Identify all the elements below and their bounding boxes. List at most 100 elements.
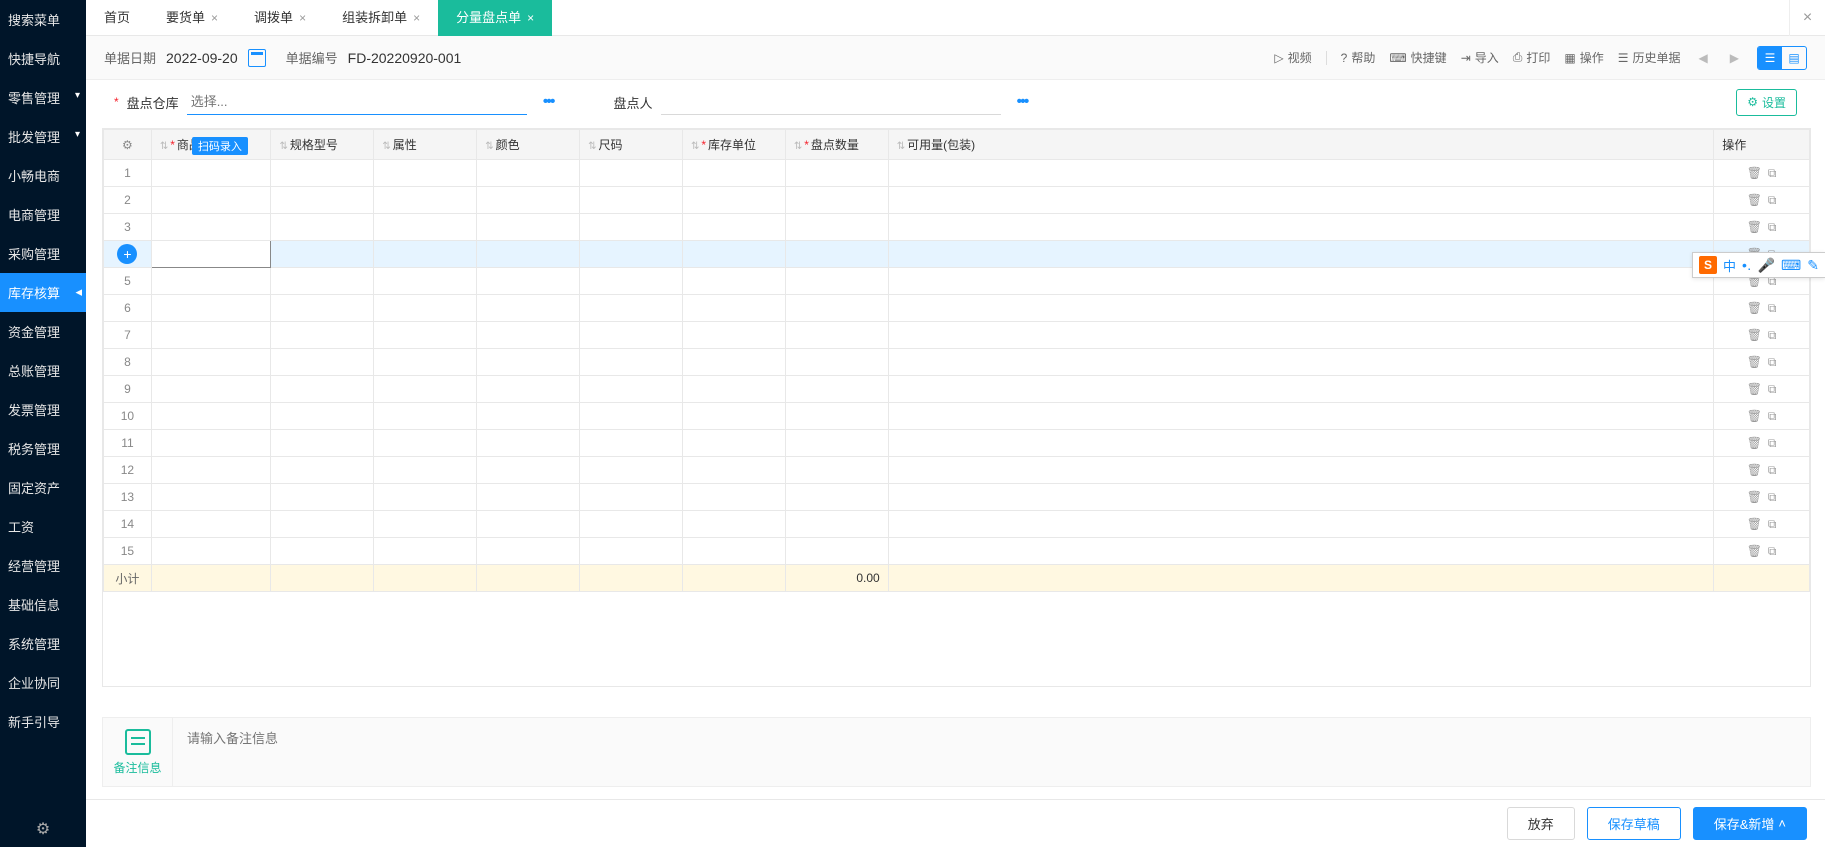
print-button[interactable]: ⎙打印 (1513, 49, 1551, 66)
delete-icon[interactable]: 🗑 (1747, 517, 1762, 531)
table-row[interactable]: 8🗑⧉ (104, 349, 1810, 376)
col-header-1[interactable]: ⇅规格型号 (271, 130, 374, 160)
copy-icon[interactable]: ⧉ (1768, 463, 1777, 477)
delete-icon[interactable]: 🗑 (1747, 220, 1762, 234)
table-row[interactable]: 9🗑⧉ (104, 376, 1810, 403)
ime-punct-icon[interactable]: •․ (1742, 257, 1752, 274)
table-row[interactable]: 3🗑⧉ (104, 214, 1810, 241)
tab-0[interactable]: 首页 (86, 0, 148, 36)
operate-button[interactable]: ▦操作 (1564, 49, 1603, 66)
scan-badge[interactable]: 扫码录入 (192, 137, 248, 155)
sidebar-item-12[interactable]: 固定资产 (0, 468, 86, 507)
copy-icon[interactable]: ⧉ (1768, 544, 1777, 558)
sidebar-item-15[interactable]: 基础信息 (0, 585, 86, 624)
table-row[interactable]: 15🗑⧉ (104, 538, 1810, 565)
import-button[interactable]: ⇥导入 (1461, 49, 1499, 66)
tab-3[interactable]: 组装拆卸单× (324, 0, 438, 36)
tab-2[interactable]: 调拨单× (236, 0, 324, 36)
sidebar-item-0[interactable]: 搜索菜单 (0, 0, 86, 39)
ime-toolbar[interactable]: S 中 •․ 🎤 ⌨ ✎ (1692, 252, 1825, 278)
col-header-7[interactable]: ⇅可用量(包装) (888, 130, 1713, 160)
calendar-icon[interactable] (248, 49, 266, 67)
warehouse-input[interactable] (187, 89, 527, 115)
close-icon[interactable]: × (413, 11, 420, 25)
copy-icon[interactable]: ⧉ (1768, 193, 1777, 207)
copy-icon[interactable]: ⧉ (1768, 490, 1777, 504)
delete-icon[interactable]: 🗑 (1747, 166, 1762, 180)
sidebar-item-16[interactable]: 系统管理 (0, 624, 86, 663)
table-row[interactable]: 1🗑⧉ (104, 160, 1810, 187)
sidebar-item-1[interactable]: 快捷导航 (0, 39, 86, 78)
sidebar-item-14[interactable]: 经营管理 (0, 546, 86, 585)
close-icon[interactable]: × (527, 11, 534, 25)
view-list-icon[interactable]: ☰ (1758, 47, 1782, 69)
col-header-0[interactable]: ⇅*商品扫码录入 (151, 130, 271, 160)
sidebar-item-6[interactable]: 采购管理 (0, 234, 86, 273)
sidebar-item-10[interactable]: 发票管理 (0, 390, 86, 429)
sidebar-item-8[interactable]: 资金管理 (0, 312, 86, 351)
save-draft-button[interactable]: 保存草稿 (1587, 807, 1681, 840)
ime-mic-icon[interactable]: 🎤 (1758, 257, 1775, 274)
sidebar-item-11[interactable]: 税务管理 (0, 429, 86, 468)
copy-icon[interactable]: ⧉ (1768, 409, 1777, 423)
settings-button[interactable]: ⚙ 设置 (1736, 89, 1797, 116)
delete-icon[interactable]: 🗑 (1747, 463, 1762, 477)
save-new-button[interactable]: 保存&新增˄ (1693, 807, 1807, 840)
delete-icon[interactable]: 🗑 (1747, 409, 1762, 423)
sidebar-item-5[interactable]: 电商管理 (0, 195, 86, 234)
sidebar-item-17[interactable]: 企业协同 (0, 663, 86, 702)
date-value[interactable]: 2022-09-20 (166, 50, 238, 66)
table-row[interactable]: 6🗑⧉ (104, 295, 1810, 322)
delete-icon[interactable]: 🗑 (1747, 436, 1762, 450)
copy-icon[interactable]: ⧉ (1768, 220, 1777, 234)
prev-doc-icon[interactable]: ◀ (1695, 51, 1712, 65)
copy-icon[interactable]: ⧉ (1768, 517, 1777, 531)
table-row[interactable]: 11🗑⧉ (104, 430, 1810, 457)
tab-1[interactable]: 要货单× (148, 0, 236, 36)
next-doc-icon[interactable]: ▶ (1726, 51, 1743, 65)
delete-icon[interactable]: 🗑 (1747, 193, 1762, 207)
ime-keyboard-icon[interactable]: ⌨ (1781, 257, 1801, 274)
discard-button[interactable]: 放弃 (1507, 807, 1575, 840)
col-header-2[interactable]: ⇅属性 (374, 130, 477, 160)
col-header-6[interactable]: ⇅*盘点数量 (785, 130, 888, 160)
col-header-4[interactable]: ⇅尺码 (580, 130, 683, 160)
warehouse-more-icon[interactable]: ••• (543, 93, 554, 111)
sidebar-item-18[interactable]: 新手引导 (0, 702, 86, 741)
table-row[interactable]: 10🗑⧉ (104, 403, 1810, 430)
history-button[interactable]: ☰历史单据 (1618, 49, 1681, 66)
sidebar-item-9[interactable]: 总账管理 (0, 351, 86, 390)
copy-icon[interactable]: ⧉ (1768, 436, 1777, 450)
delete-icon[interactable]: 🗑 (1747, 544, 1762, 558)
table-row[interactable]: 2🗑⧉ (104, 187, 1810, 214)
col-header-5[interactable]: ⇅*库存单位 (682, 130, 785, 160)
person-input[interactable] (661, 89, 1001, 115)
close-icon[interactable]: × (299, 11, 306, 25)
person-more-icon[interactable]: ••• (1017, 93, 1028, 111)
delete-icon[interactable]: 🗑 (1747, 490, 1762, 504)
sidebar-item-4[interactable]: 小畅电商 (0, 156, 86, 195)
tab-4[interactable]: 分量盘点单× (438, 0, 552, 36)
help-button[interactable]: ?帮助 (1341, 49, 1376, 66)
copy-icon[interactable]: ⧉ (1768, 382, 1777, 396)
delete-icon[interactable]: 🗑 (1747, 382, 1762, 396)
close-icon[interactable]: × (211, 11, 218, 25)
gear-icon[interactable]: ⚙ (36, 821, 50, 838)
table-row[interactable]: +🗑⧉ (104, 241, 1810, 268)
copy-icon[interactable]: ⧉ (1768, 301, 1777, 315)
sidebar-item-13[interactable]: 工资 (0, 507, 86, 546)
table-row[interactable]: 12🗑⧉ (104, 457, 1810, 484)
shortcut-button[interactable]: ⌨快捷键 (1389, 49, 1446, 66)
sidebar-item-3[interactable]: 批发管理▾ (0, 117, 86, 156)
table-row[interactable]: 13🗑⧉ (104, 484, 1810, 511)
add-row-icon[interactable]: + (117, 244, 137, 264)
delete-icon[interactable]: 🗑 (1747, 301, 1762, 315)
table-row[interactable]: 5🗑⧉ (104, 268, 1810, 295)
sidebar-item-2[interactable]: 零售管理▾ (0, 78, 86, 117)
ime-lang[interactable]: 中 (1723, 256, 1736, 275)
gear-icon[interactable]: ⚙ (122, 138, 133, 152)
delete-icon[interactable]: 🗑 (1747, 355, 1762, 369)
delete-icon[interactable]: 🗑 (1747, 328, 1762, 342)
table-row[interactable]: 14🗑⧉ (104, 511, 1810, 538)
copy-icon[interactable]: ⧉ (1768, 355, 1777, 369)
